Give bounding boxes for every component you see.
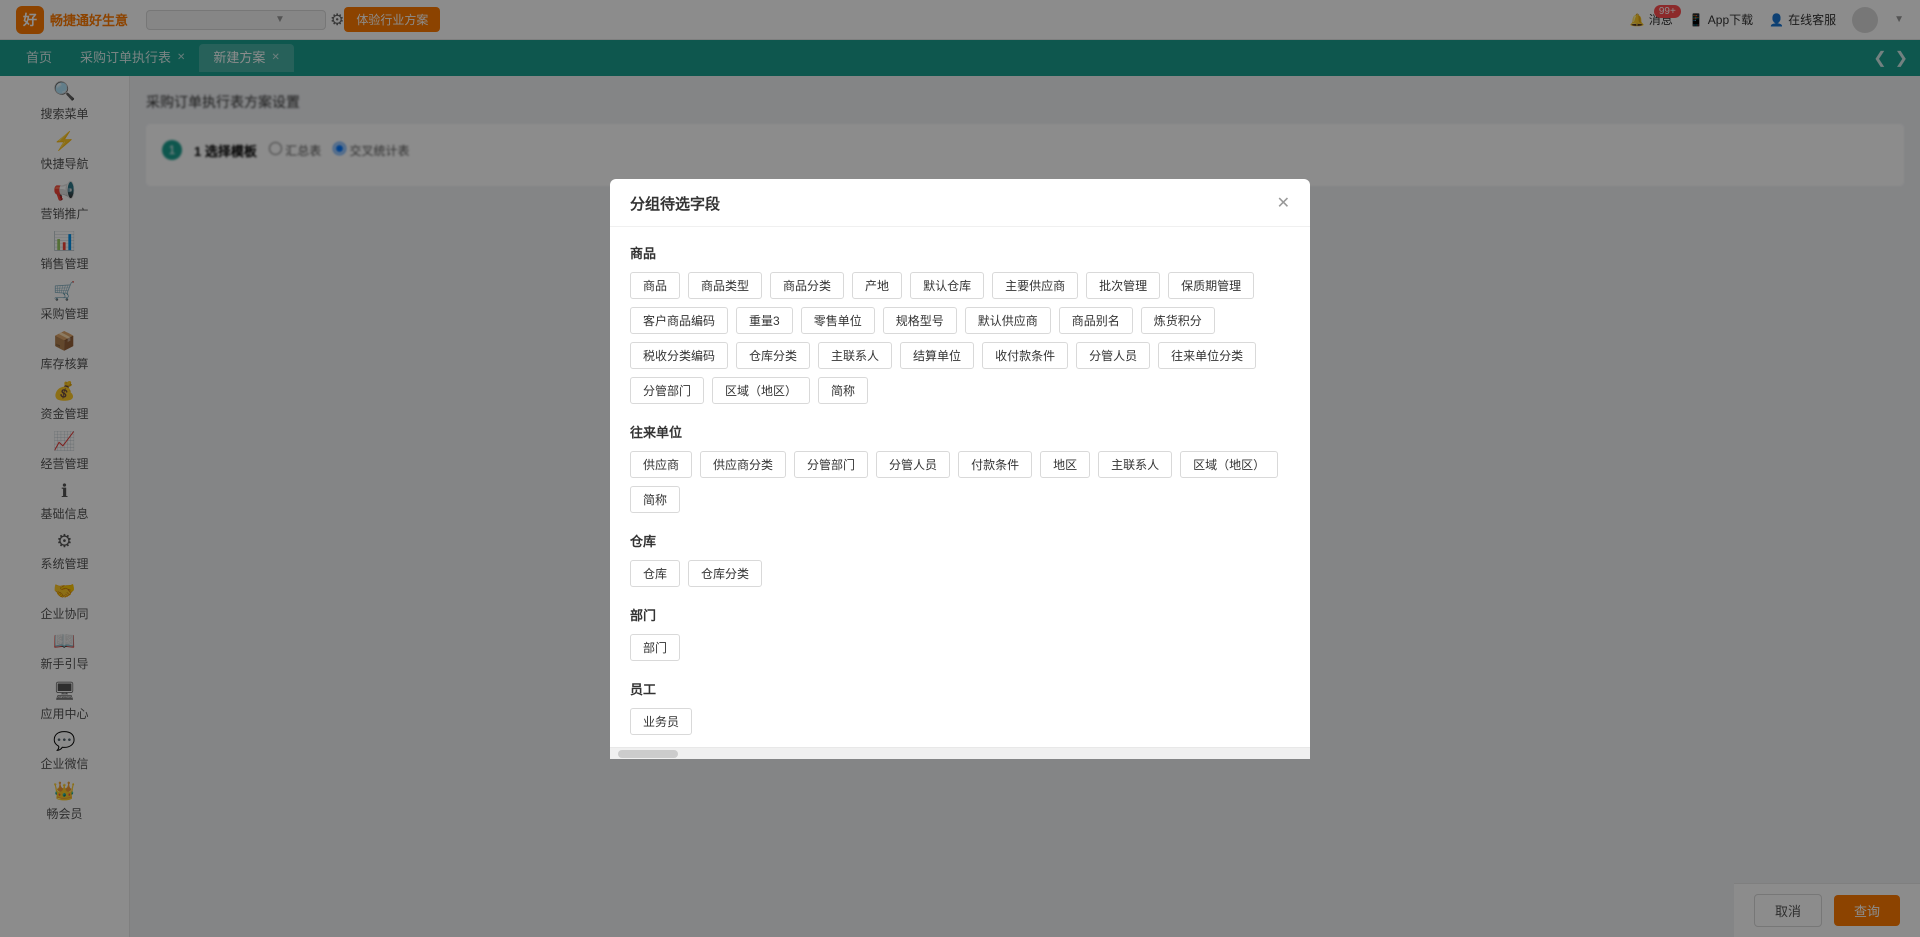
tag-department[interactable]: 部门 (630, 634, 680, 661)
tag-pay-terms[interactable]: 付款条件 (958, 451, 1032, 478)
section-employee: 员工 业务员 (630, 679, 1290, 735)
section-goods: 商品 商品 商品类型 商品分类 产地 默认仓库 主要供应商 批次管理 保质期管理… (630, 243, 1290, 404)
tag-customer-code[interactable]: 客户商品编码 (630, 307, 728, 334)
tag-mgmt-dept[interactable]: 分管部门 (794, 451, 868, 478)
section-partner: 往来单位 供应商 供应商分类 分管部门 分管人员 付款条件 地区 主联系人 区域… (630, 422, 1290, 513)
tag-region2[interactable]: 区域（地区） (1180, 451, 1278, 478)
tag-goods-alias[interactable]: 商品别名 (1059, 307, 1133, 334)
tag-warehouse-cat[interactable]: 仓库分类 (688, 560, 762, 587)
modal-title: 分组待选字段 (630, 193, 720, 214)
field-select-modal: 分组待选字段 ✕ 商品 商品 商品类型 商品分类 产地 默认仓库 主要供应商 批… (610, 179, 1310, 759)
tag-default-warehouse[interactable]: 默认仓库 (910, 272, 984, 299)
tag-weight[interactable]: 重量3 (736, 307, 793, 334)
tag-manager[interactable]: 分管人员 (1076, 342, 1150, 369)
modal-overlay: 分组待选字段 ✕ 商品 商品 商品类型 商品分类 产地 默认仓库 主要供应商 批… (0, 0, 1920, 937)
tag-tax-code[interactable]: 税收分类编码 (630, 342, 728, 369)
tag-main-contact-partner[interactable]: 主联系人 (1098, 451, 1172, 478)
dept-tag-group: 部门 (630, 634, 1290, 661)
employee-tag-group: 业务员 (630, 708, 1290, 735)
tag-goods-type[interactable]: 商品类型 (688, 272, 762, 299)
tag-settlement-unit[interactable]: 结算单位 (900, 342, 974, 369)
tag-goods[interactable]: 商品 (630, 272, 680, 299)
modal-hscrollbar[interactable] (610, 747, 1310, 759)
section-warehouse: 仓库 仓库 仓库分类 (630, 531, 1290, 587)
section-dept-title: 部门 (630, 605, 1290, 624)
modal-close-button[interactable]: ✕ (1277, 193, 1290, 213)
tag-shelf-life[interactable]: 保质期管理 (1168, 272, 1254, 299)
tag-payment-terms[interactable]: 收付款条件 (982, 342, 1068, 369)
tag-supplier[interactable]: 供应商 (630, 451, 692, 478)
tag-goods-category[interactable]: 商品分类 (770, 272, 844, 299)
tag-abbr-goods[interactable]: 简称 (818, 377, 868, 404)
tag-abbr-partner[interactable]: 简称 (630, 486, 680, 513)
tag-origin[interactable]: 产地 (852, 272, 902, 299)
warehouse-tag-group: 仓库 仓库分类 (630, 560, 1290, 587)
modal-hscroll-thumb (618, 750, 678, 758)
tag-dept[interactable]: 分管部门 (630, 377, 704, 404)
section-department: 部门 部门 (630, 605, 1290, 661)
section-warehouse-title: 仓库 (630, 531, 1290, 550)
tag-partner-category[interactable]: 往来单位分类 (1158, 342, 1256, 369)
section-goods-title: 商品 (630, 243, 1290, 262)
modal-header: 分组待选字段 ✕ (610, 179, 1310, 227)
goods-tag-group: 商品 商品类型 商品分类 产地 默认仓库 主要供应商 批次管理 保质期管理 客户… (630, 272, 1290, 404)
tag-region-goods[interactable]: 区域（地区） (712, 377, 810, 404)
tag-mgmt-person[interactable]: 分管人员 (876, 451, 950, 478)
tag-main-contact[interactable]: 主联系人 (818, 342, 892, 369)
modal-body: 商品 商品 商品类型 商品分类 产地 默认仓库 主要供应商 批次管理 保质期管理… (610, 227, 1310, 747)
section-employee-title: 员工 (630, 679, 1290, 698)
tag-region-partner[interactable]: 地区 (1040, 451, 1090, 478)
tag-warehouse-category[interactable]: 仓库分类 (736, 342, 810, 369)
tag-stock-score[interactable]: 炼货积分 (1141, 307, 1215, 334)
partner-tag-group: 供应商 供应商分类 分管部门 分管人员 付款条件 地区 主联系人 区域（地区） … (630, 451, 1290, 513)
tag-spec-model[interactable]: 规格型号 (883, 307, 957, 334)
tag-warehouse[interactable]: 仓库 (630, 560, 680, 587)
tag-batch-mgmt[interactable]: 批次管理 (1086, 272, 1160, 299)
tag-retail-unit[interactable]: 零售单位 (801, 307, 875, 334)
tag-supplier-category[interactable]: 供应商分类 (700, 451, 786, 478)
section-partner-title: 往来单位 (630, 422, 1290, 441)
tag-salesperson[interactable]: 业务员 (630, 708, 692, 735)
tag-default-supplier[interactable]: 默认供应商 (965, 307, 1051, 334)
tag-main-supplier[interactable]: 主要供应商 (992, 272, 1078, 299)
